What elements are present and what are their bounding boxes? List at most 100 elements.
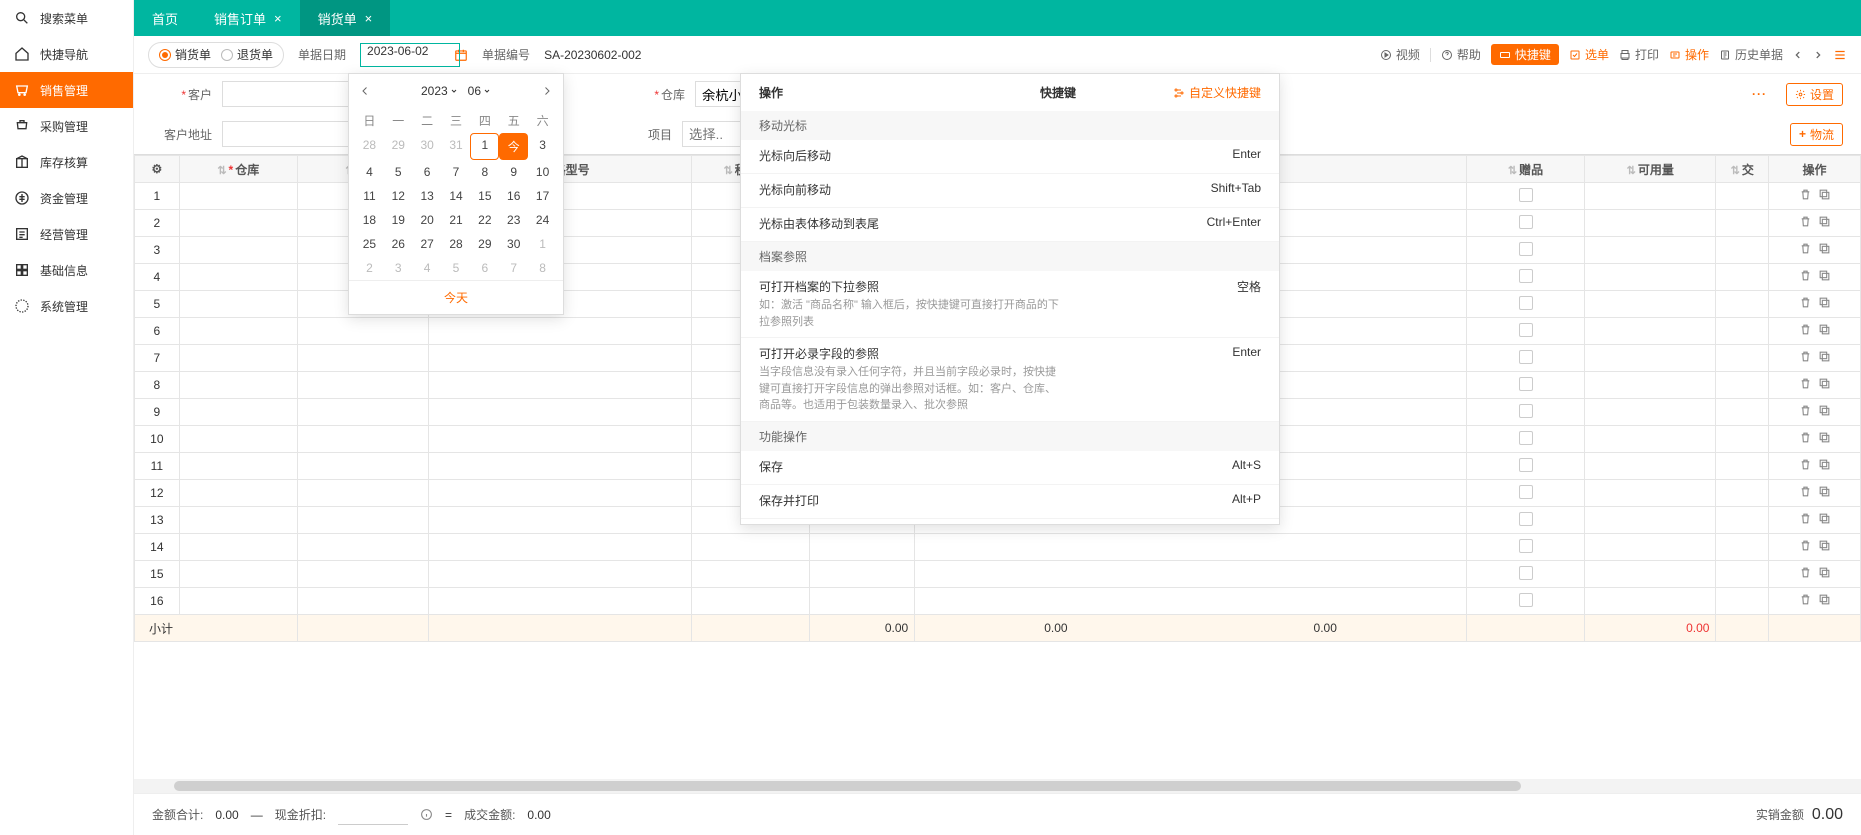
copy-icon[interactable] [1818,566,1831,579]
calendar-day[interactable]: 23 [499,208,528,232]
calendar-day[interactable]: 4 [413,256,442,280]
sidebar-item-3[interactable]: 采购管理 [0,108,133,144]
calendar-day[interactable]: 19 [384,208,413,232]
sidebar-item-5[interactable]: 资金管理 [0,180,133,216]
calendar-day[interactable]: 8 [528,256,557,280]
copy-icon[interactable] [1818,485,1831,498]
calendar-day[interactable]: 16 [499,184,528,208]
delete-icon[interactable] [1799,269,1812,282]
calendar-day[interactable]: 今 [499,133,528,160]
calendar-day[interactable]: 2 [355,256,384,280]
close-icon[interactable]: × [365,11,373,26]
sidebar-item-0[interactable]: 搜索菜单 [0,0,133,36]
discount-input[interactable] [338,805,408,825]
gift-checkbox[interactable] [1519,215,1533,229]
delete-icon[interactable] [1799,512,1812,525]
calendar-day[interactable]: 22 [470,208,499,232]
operate-button[interactable]: 操作 [1669,46,1709,63]
copy-icon[interactable] [1818,512,1831,525]
calendar-year-select[interactable]: 2023 [421,84,458,98]
copy-icon[interactable] [1818,323,1831,336]
calendar-month-select[interactable]: 06 [468,84,491,98]
gift-checkbox[interactable] [1519,458,1533,472]
gift-checkbox[interactable] [1519,377,1533,391]
delete-icon[interactable] [1799,296,1812,309]
copy-icon[interactable] [1818,242,1831,255]
calendar-day[interactable]: 30 [499,232,528,256]
delete-icon[interactable] [1799,566,1812,579]
calendar-day[interactable]: 29 [470,232,499,256]
calendar-day[interactable]: 14 [442,184,471,208]
delete-icon[interactable] [1799,323,1812,336]
gift-checkbox[interactable] [1519,539,1533,553]
delete-icon[interactable] [1799,593,1812,606]
calendar-day[interactable]: 11 [355,184,384,208]
sidebar-item-1[interactable]: 快捷导航 [0,36,133,72]
help-link[interactable]: 帮助 [1441,46,1481,63]
custom-shortcut-link[interactable]: 自定义快捷键 [1173,84,1261,101]
date-input[interactable]: 2023-06-02 [360,43,460,67]
print-button[interactable]: 打印 [1619,46,1659,63]
list-toggle-icon[interactable] [1833,48,1847,62]
delete-icon[interactable] [1799,431,1812,444]
col-header-7[interactable]: 赠品 [1466,156,1584,183]
gift-checkbox[interactable] [1519,323,1533,337]
history-prev-icon[interactable] [1793,50,1803,60]
calendar-day[interactable]: 3 [528,133,557,160]
delete-icon[interactable] [1799,458,1812,471]
gift-checkbox[interactable] [1519,431,1533,445]
info-icon[interactable] [420,808,433,821]
gift-checkbox[interactable] [1519,269,1533,283]
delete-icon[interactable] [1799,377,1812,390]
col-header-1[interactable]: *仓库 [179,156,297,183]
gift-checkbox[interactable] [1519,566,1533,580]
tab-1[interactable]: 销售订单× [196,0,300,36]
video-link[interactable]: 视频 [1380,46,1420,63]
copy-icon[interactable] [1818,296,1831,309]
calendar-day[interactable]: 21 [442,208,471,232]
sidebar-item-6[interactable]: 经营管理 [0,216,133,252]
col-header-9[interactable]: 交 [1716,156,1769,183]
calendar-day[interactable]: 20 [413,208,442,232]
table-h-scrollbar[interactable] [134,779,1861,793]
delete-icon[interactable] [1799,485,1812,498]
copy-icon[interactable] [1818,188,1831,201]
calendar-day[interactable]: 29 [384,133,413,160]
calendar-day[interactable]: 7 [499,256,528,280]
sidebar-item-8[interactable]: 系统管理 [0,288,133,324]
logistics-button[interactable]: + 物流 [1790,123,1843,146]
calendar-day[interactable]: 8 [470,160,499,184]
calendar-today-button[interactable]: 今天 [349,280,563,314]
gift-checkbox[interactable] [1519,485,1533,499]
table-row[interactable]: 14 [135,534,1861,561]
delete-icon[interactable] [1799,350,1812,363]
col-header-8[interactable]: 可用量 [1585,156,1716,183]
delete-icon[interactable] [1799,215,1812,228]
gift-checkbox[interactable] [1519,188,1533,202]
radio-sale[interactable]: 销货单 [159,46,211,63]
calendar-day[interactable]: 4 [355,160,384,184]
calendar-day[interactable]: 27 [413,232,442,256]
calendar-day[interactable]: 1 [528,232,557,256]
copy-icon[interactable] [1818,377,1831,390]
delete-icon[interactable] [1799,404,1812,417]
calendar-day[interactable]: 28 [355,133,384,160]
calendar-day[interactable]: 15 [470,184,499,208]
calendar-day[interactable]: 30 [413,133,442,160]
calendar-day[interactable]: 1 [470,133,499,160]
calendar-day[interactable]: 28 [442,232,471,256]
gear-icon[interactable]: ⚙ [151,162,162,176]
copy-icon[interactable] [1818,431,1831,444]
delete-icon[interactable] [1799,539,1812,552]
delete-icon[interactable] [1799,242,1812,255]
gift-checkbox[interactable] [1519,296,1533,310]
tab-0[interactable]: 首页 [134,0,196,36]
gift-checkbox[interactable] [1519,242,1533,256]
gift-checkbox[interactable] [1519,404,1533,418]
calendar-day[interactable]: 5 [442,256,471,280]
calendar-prev-icon[interactable] [359,85,371,97]
history-next-icon[interactable] [1813,50,1823,60]
calendar-day[interactable]: 10 [528,160,557,184]
calendar-day[interactable]: 7 [442,160,471,184]
calendar-day[interactable]: 3 [384,256,413,280]
